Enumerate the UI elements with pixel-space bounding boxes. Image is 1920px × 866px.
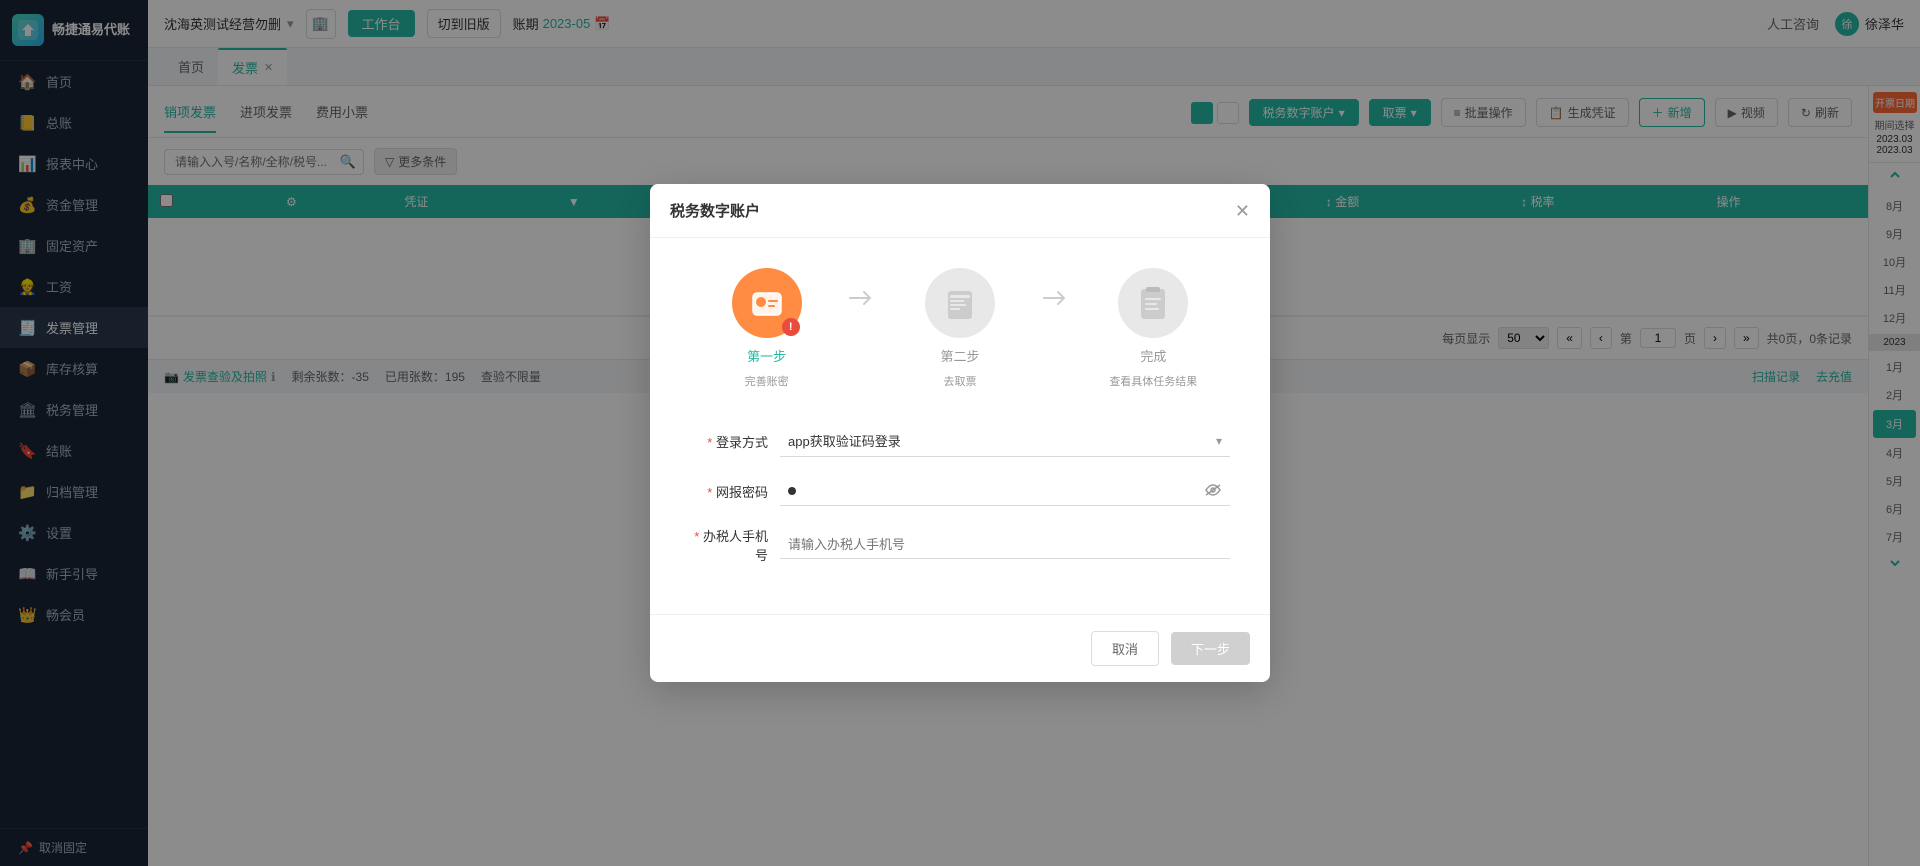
password-row: * 网报密码: [690, 477, 1230, 506]
step-3-icon-wrap: [1118, 268, 1188, 338]
step-3: 完成 查看具体任务结果: [1077, 268, 1230, 389]
login-method-value: app获取验证码登录: [788, 431, 901, 450]
step-1: ! 第一步 完善账密: [690, 268, 843, 389]
step-2: 第二步 去取票: [883, 268, 1036, 389]
login-method-arrow: ▾: [1216, 434, 1222, 448]
password-dot: [788, 487, 796, 495]
next-btn[interactable]: 下一步: [1171, 632, 1250, 665]
step-2-label: 第二步: [940, 346, 979, 365]
step-1-desc: 完善账密: [745, 373, 789, 389]
steps: ! 第一步 完善账密: [690, 268, 1230, 389]
step-1-badge: !: [782, 318, 800, 336]
login-method-select[interactable]: app获取验证码登录 ▾: [780, 425, 1230, 457]
step-arrow-2: [1037, 268, 1077, 308]
modal-header: 税务数字账户 ✕: [650, 184, 1270, 238]
modal-footer: 取消 下一步: [650, 614, 1270, 682]
step-2-desc: 去取票: [943, 373, 976, 389]
phone-label: * 办税人手机号: [690, 526, 780, 564]
phone-row: * 办税人手机号: [690, 526, 1230, 564]
modal-body: ! 第一步 完善账密: [650, 238, 1270, 614]
cancel-btn[interactable]: 取消: [1091, 631, 1159, 666]
step-1-label: 第一步: [747, 346, 786, 365]
step-2-icon: [930, 273, 990, 333]
step-2-icon-wrap: [925, 268, 995, 338]
password-toggle-btn[interactable]: [1204, 483, 1222, 499]
password-field: [780, 477, 1230, 506]
step-3-desc: 查看具体任务结果: [1109, 373, 1197, 389]
phone-input[interactable]: [780, 531, 1230, 559]
modal-title: 税务数字账户: [670, 200, 760, 221]
password-label: * 网报密码: [690, 482, 780, 501]
tax-account-modal: 税务数字账户 ✕: [650, 184, 1270, 682]
step-1-icon-wrap: !: [732, 268, 802, 338]
step-3-label: 完成: [1140, 346, 1166, 365]
modal-close-btn[interactable]: ✕: [1235, 202, 1250, 220]
step-arrow-1: [843, 268, 883, 308]
login-method-row: * 登录方式 app获取验证码登录 ▾: [690, 425, 1230, 457]
step-3-icon: [1123, 273, 1183, 333]
modal-overlay[interactable]: 税务数字账户 ✕: [0, 0, 1920, 866]
login-method-label: * 登录方式: [690, 432, 780, 451]
